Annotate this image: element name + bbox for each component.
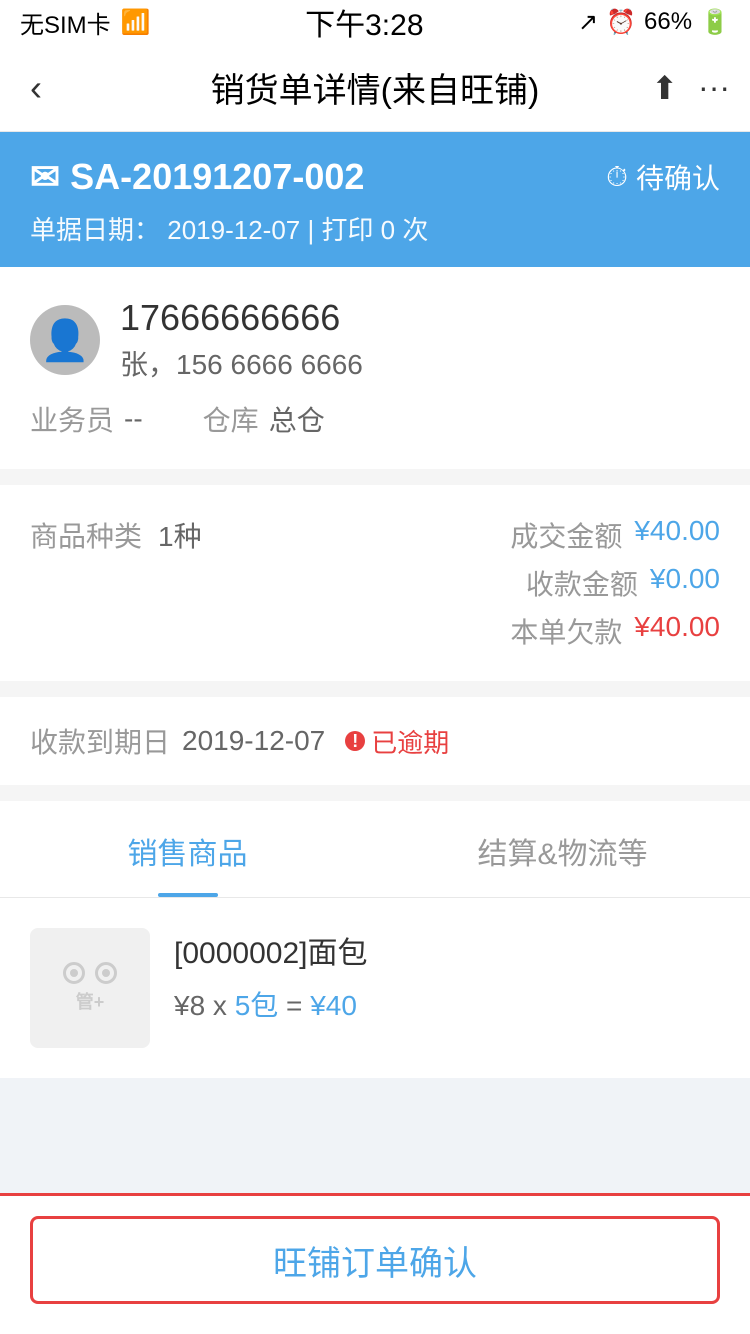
owed-item: 本单欠款 ¥40.00	[510, 611, 720, 651]
received-label: 收款金额	[526, 563, 638, 603]
page-title: 销货单详情(来自旺铺)	[211, 63, 540, 112]
bottom-bar: 旺铺订单确认	[0, 1193, 750, 1334]
product-type-info: 商品种类 1种	[30, 515, 202, 555]
summary-section: 商品种类 1种 成交金额 ¥40.00 收款金额 ¥0.00 本单欠款 ¥40.…	[0, 485, 750, 681]
customer-phone: 17666666666	[120, 297, 363, 339]
warehouse-item: 仓库 总仓	[203, 399, 325, 439]
product-section: 管+ [0000002]面包 ¥8 x 5包 = ¥40	[0, 898, 750, 1078]
owl-pupil-left	[70, 969, 78, 977]
equals-sign: =	[278, 990, 310, 1021]
product-price: ¥8 x 5包 = ¥40	[174, 984, 720, 1024]
amount-info: 成交金额 ¥40.00 收款金额 ¥0.00 本单欠款 ¥40.00	[510, 515, 720, 651]
due-label: 收款到期日	[30, 721, 170, 761]
owl-pupil-right	[102, 969, 110, 977]
tabs-header: 销售商品 结算&物流等	[0, 801, 750, 898]
product-thumb-owl: 管+	[63, 962, 117, 1014]
product-type-label: 商品种类	[30, 515, 142, 555]
location-icon: ↗	[578, 8, 598, 37]
warehouse-value: 总仓	[269, 399, 325, 439]
overdue-badge: ! 已逾期	[345, 723, 449, 760]
confirm-order-button[interactable]: 旺铺订单确认	[30, 1216, 720, 1304]
order-header: ✉ SA-20191207-002 ⏱ 待确认 单据日期： 2019-12-07…	[0, 132, 750, 267]
customer-section: 👤 17666666666 张，156 6666 6666 业务员 -- 仓库 …	[0, 267, 750, 469]
nav-bar: ‹ 销货单详情(来自旺铺) ⬆ ···	[0, 44, 750, 132]
status-text: 待确认	[636, 157, 720, 197]
owed-label: 本单欠款	[510, 611, 622, 651]
sales-label: 业务员	[30, 399, 114, 439]
product-info: [0000002]面包 ¥8 x 5包 = ¥40	[174, 928, 720, 1024]
order-id: ✉ SA-20191207-002	[30, 156, 364, 198]
tabs-section: 销售商品 结算&物流等 管+	[0, 801, 750, 1078]
tab-settlement[interactable]: 结算&物流等	[375, 801, 750, 897]
product-name: [0000002]面包	[174, 928, 720, 972]
received-value: ¥0.00	[650, 563, 720, 603]
alarm-icon: ⏰	[606, 8, 636, 37]
back-button[interactable]: ‹	[20, 57, 52, 119]
time-display: 下午3:28	[305, 0, 423, 44]
customer-name: 张，156 6666 6666	[120, 343, 363, 383]
order-date-value: 2019-12-07	[167, 215, 300, 245]
carrier-label: 无SIM卡	[20, 5, 111, 40]
content-area: 销售商品 结算&物流等 管+	[0, 801, 750, 1238]
share-button[interactable]: ⬆	[651, 69, 678, 107]
due-date-section: 收款到期日 2019-12-07 ! 已逾期	[0, 697, 750, 785]
avatar: 👤	[30, 305, 100, 375]
product-type-value: 1种	[158, 515, 202, 555]
price-formula: ¥8 x	[174, 990, 235, 1021]
product-thumbnail: 管+	[30, 928, 150, 1048]
status-bar: 无SIM卡 📶 下午3:28 ↗ ⏰ 66% 🔋	[0, 0, 750, 44]
owl-eyes	[63, 962, 117, 984]
received-item: 收款金额 ¥0.00	[526, 563, 720, 603]
amount-item: 成交金额 ¥40.00	[510, 515, 720, 555]
overdue-text: 已逾期	[371, 723, 449, 760]
customer-meta: 业务员 -- 仓库 总仓	[30, 399, 720, 439]
due-date-value: 2019-12-07	[182, 725, 325, 757]
order-print-info: | 打印 0 次	[307, 215, 428, 245]
amount-value: ¥40.00	[634, 515, 720, 555]
owed-value: ¥40.00	[634, 611, 720, 651]
order-status: ⏱ 待确认	[606, 157, 720, 197]
sales-item: 业务员 --	[30, 399, 143, 439]
wifi-icon: 📶	[121, 8, 151, 37]
customer-info: 17666666666 张，156 6666 6666	[120, 297, 363, 383]
owl-eye-right	[95, 962, 117, 984]
battery-icon: 🔋	[700, 8, 730, 37]
nav-right-actions: ⬆ ···	[651, 69, 730, 107]
order-id-text: SA-20191207-002	[70, 156, 364, 198]
owl-text: 管+	[76, 988, 105, 1014]
quantity-highlight: 5包	[235, 990, 279, 1021]
amount-label: 成交金额	[510, 515, 622, 555]
product-item: 管+ [0000002]面包 ¥8 x 5包 = ¥40	[30, 928, 720, 1048]
status-left: 无SIM卡 📶	[20, 5, 151, 40]
overdue-dot-icon: !	[345, 731, 365, 751]
customer-top: 👤 17666666666 张，156 6666 6666	[30, 297, 720, 383]
order-date-info: 单据日期： 2019-12-07 | 打印 0 次	[30, 210, 720, 247]
avatar-icon: 👤	[40, 317, 90, 364]
status-clock-icon: ⏱	[606, 161, 628, 194]
order-icon: ✉	[30, 156, 60, 198]
order-date-label: 单据日期：	[30, 215, 160, 245]
more-button[interactable]: ···	[698, 69, 730, 106]
warehouse-label: 仓库	[203, 399, 259, 439]
tab-sales-products[interactable]: 销售商品	[0, 801, 375, 897]
battery-label: 66%	[644, 8, 692, 36]
status-right: ↗ ⏰ 66% 🔋	[578, 8, 730, 37]
sales-value: --	[124, 403, 143, 435]
total-amount: ¥40	[310, 990, 357, 1021]
owl-eye-left	[63, 962, 85, 984]
